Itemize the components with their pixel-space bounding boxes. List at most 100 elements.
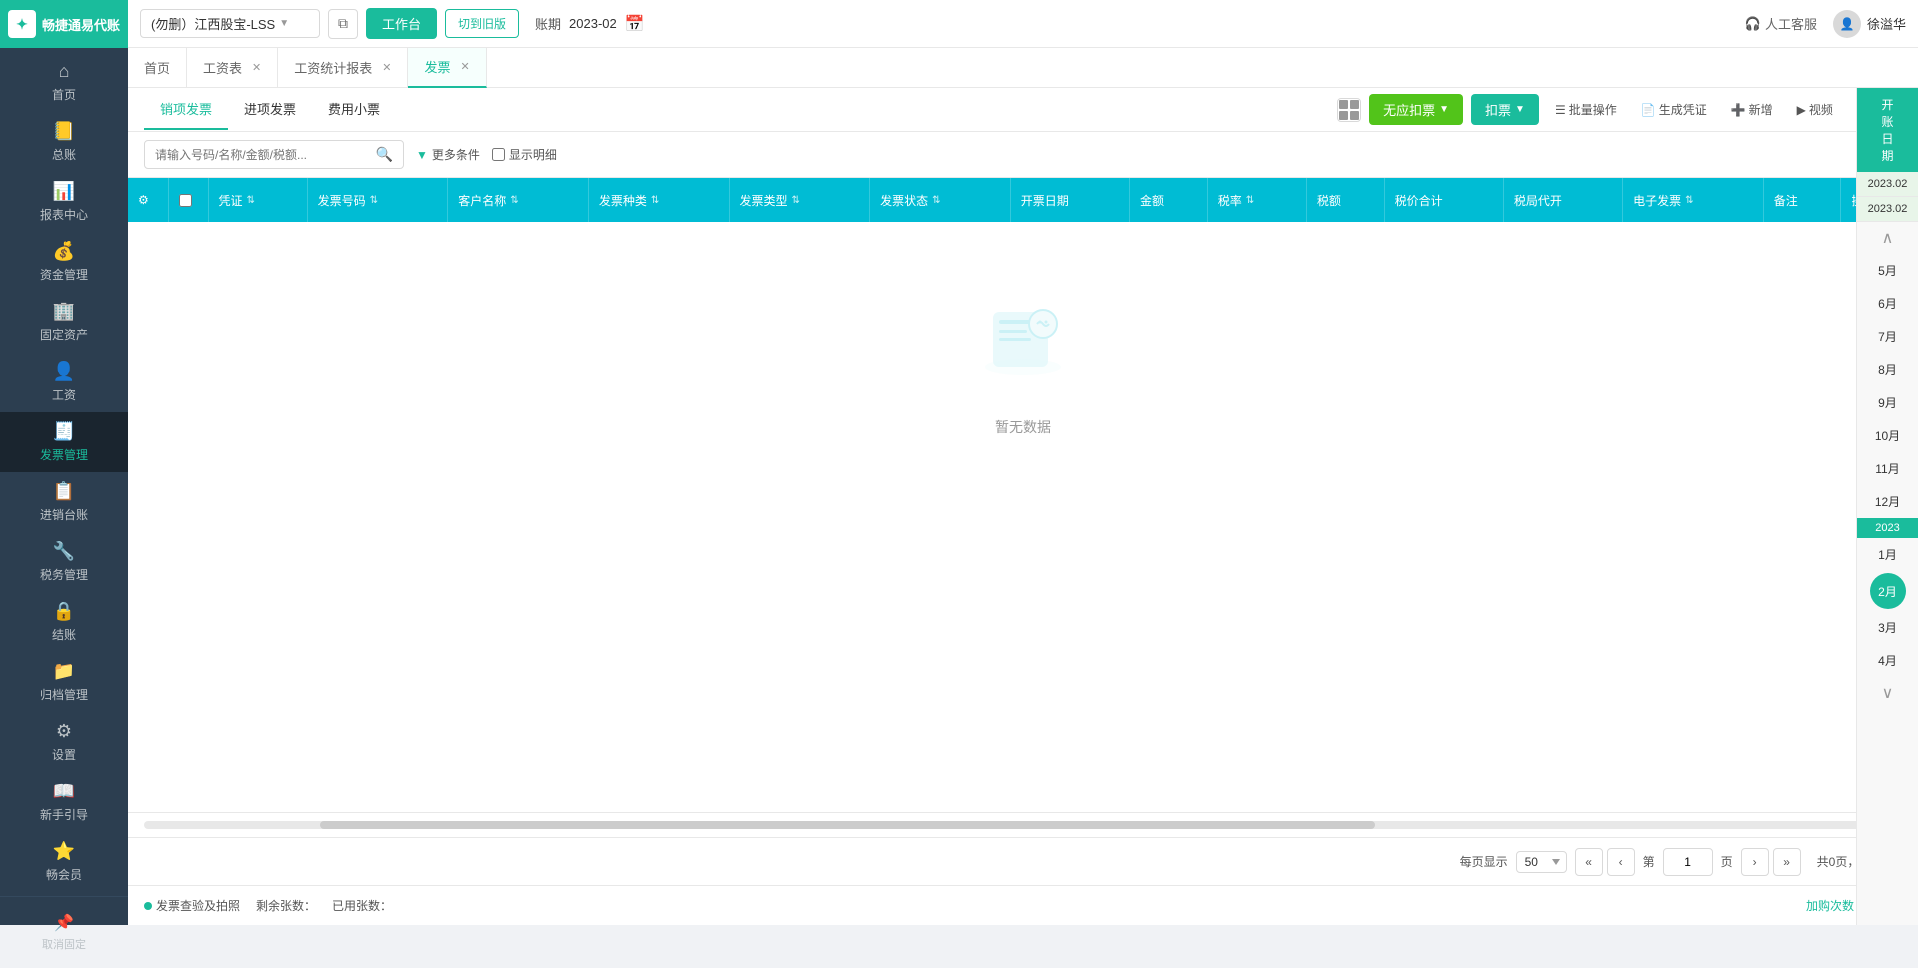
sidebar-label-sales: 进销台账 (40, 506, 88, 523)
invoice-category-sort-icon[interactable]: ⇅ (792, 195, 800, 206)
sidebar-item-reports[interactable]: 📊 报表中心 (0, 172, 128, 232)
sidebar-item-sales[interactable]: 📋 进销台账 (0, 472, 128, 532)
view-toggle-btn[interactable] (1337, 98, 1361, 122)
open-period-btn[interactable]: 开账日期 (1857, 88, 1918, 172)
workspace-button[interactable]: 工作台 (366, 8, 437, 39)
member-icon: ⭐ (53, 841, 75, 862)
scrollbar-thumb[interactable] (320, 821, 1375, 829)
sidebar-item-home[interactable]: ⌂ 首页 (0, 52, 128, 112)
sub-tab-purchase-invoice[interactable]: 进项发票 (228, 89, 312, 130)
sub-tab-sales-invoice[interactable]: 销项发票 (144, 89, 228, 130)
sidebar-item-payroll[interactable]: 👤 工资 (0, 352, 128, 412)
company-selector[interactable]: (勿删）江西股宝-LSS ▼ (140, 9, 320, 38)
period-month-9[interactable]: 9月 (1857, 386, 1918, 419)
more-filter-btn[interactable]: ▼ 更多条件 (416, 146, 480, 163)
no-deduct-label: 无应扣票 (1383, 100, 1435, 119)
add-count-link[interactable]: 加购次数 (1806, 897, 1854, 914)
tab-home[interactable]: 首页 (128, 48, 187, 88)
voucher-sort-icon[interactable]: ⇅ (247, 195, 255, 206)
period-scroll-up[interactable]: ∧ (1857, 222, 1918, 254)
video-btn[interactable]: ▶ 视频 (1789, 97, 1841, 122)
period-month-2-active[interactable]: 2月 (1870, 573, 1906, 609)
prev-page-btn[interactable]: ‹ (1607, 848, 1635, 876)
period-month-1[interactable]: 1月 (1857, 538, 1918, 571)
more-filter-label: 更多条件 (432, 146, 480, 163)
deduct-btn[interactable]: 扣票 ▼ (1471, 94, 1539, 125)
page-input[interactable] (1663, 848, 1713, 876)
period-month-6[interactable]: 6月 (1857, 287, 1918, 320)
tab-home-label: 首页 (144, 58, 170, 77)
filter-bar: 🔍 ▼ 更多条件 显示明细 (128, 132, 1918, 178)
period-sidebar: 开账日期 2023.02 2023.02 ∧ 5月 6月 7月 8月 9月 10… (1856, 88, 1918, 925)
page-size-select[interactable]: 50 10 20 100 (1516, 851, 1567, 873)
tab-payroll-close-btn[interactable]: ✕ (252, 61, 261, 74)
invoice-status-sort-icon[interactable]: ⇅ (932, 195, 940, 206)
sidebar-item-assets[interactable]: 🏢 固定资产 (0, 292, 128, 352)
period-display-2: 2023.02 (1857, 197, 1918, 222)
search-icon[interactable]: 🔍 (376, 146, 393, 163)
invoice-type-sort-icon[interactable]: ⇅ (651, 195, 659, 206)
tab-payroll[interactable]: 工资表 ✕ (187, 48, 278, 88)
last-page-btn[interactable]: » (1773, 848, 1801, 876)
tab-payroll-stats-close-btn[interactable]: ✕ (382, 61, 391, 74)
period-month-3[interactable]: 3月 (1857, 611, 1918, 644)
period-month-8[interactable]: 8月 (1857, 353, 1918, 386)
table-body: 暂无数据 (128, 222, 1918, 517)
customer-sort-icon[interactable]: ⇅ (510, 195, 518, 206)
period-month-10[interactable]: 10月 (1857, 419, 1918, 452)
first-page-btn[interactable]: « (1575, 848, 1603, 876)
sidebar-item-tax[interactable]: 🔧 税务管理 (0, 532, 128, 592)
next-page-btn[interactable]: › (1741, 848, 1769, 876)
batch-btn[interactable]: ☰ 批量操作 (1547, 97, 1625, 122)
sidebar-item-member[interactable]: ⭐ 畅会员 (0, 832, 128, 892)
copy-company-btn[interactable]: ⧉ (328, 9, 358, 39)
period-month-11[interactable]: 11月 (1857, 452, 1918, 485)
user-info[interactable]: 👤 徐溢华 (1833, 10, 1906, 38)
tax-icon: 🔧 (53, 541, 75, 562)
sidebar-label-assets: 固定资产 (40, 326, 88, 343)
period-month-4[interactable]: 4月 (1857, 644, 1918, 677)
generate-voucher-btn[interactable]: 📄 生成凭证 (1633, 97, 1715, 122)
open-period-label: 开账日期 (1881, 96, 1893, 164)
search-input[interactable] (155, 148, 370, 162)
period-scroll-down[interactable]: ∨ (1857, 677, 1918, 709)
show-detail-toggle[interactable]: 显示明细 (492, 146, 557, 163)
period-month-12[interactable]: 12月 (1857, 485, 1918, 518)
switch-version-btn[interactable]: 切到旧版 (445, 9, 519, 38)
sidebar-item-funds[interactable]: 💰 资金管理 (0, 232, 128, 292)
th-tax-code: 税局代开 (1503, 178, 1622, 222)
select-all-checkbox[interactable] (179, 194, 192, 207)
headset-icon: 🎧 (1745, 16, 1761, 32)
video-label: 视频 (1809, 101, 1833, 118)
sidebar-pin-btn[interactable]: 📌 取消固定 (0, 905, 128, 960)
sub-tab-expense-label: 费用小票 (328, 102, 380, 117)
sidebar-item-settings[interactable]: ⚙ 设置 (0, 712, 128, 772)
sidebar-item-close[interactable]: 🔒 结账 (0, 592, 128, 652)
funds-icon: 💰 (53, 241, 75, 262)
sidebar-item-invoice[interactable]: 🧾 发票管理 (0, 412, 128, 472)
period-month-7[interactable]: 7月 (1857, 320, 1918, 353)
sidebar-item-ledger[interactable]: 📒 总账 (0, 112, 128, 172)
show-detail-checkbox[interactable] (492, 148, 505, 161)
tab-payroll-stats[interactable]: 工资统计报表 ✕ (278, 48, 408, 88)
period-month-5[interactable]: 5月 (1857, 254, 1918, 287)
invoice-no-sort-icon[interactable]: ⇅ (370, 195, 378, 206)
sub-tab-expense-receipt[interactable]: 费用小票 (312, 89, 396, 130)
th-settings[interactable]: ⚙ (128, 178, 168, 222)
sidebar-item-guide[interactable]: 📖 新手引导 (0, 772, 128, 832)
no-deduct-btn[interactable]: 无应扣票 ▼ (1369, 94, 1463, 125)
th-checkbox[interactable] (168, 178, 208, 222)
company-name: (勿删）江西股宝-LSS (151, 14, 275, 33)
service-button[interactable]: 🎧 人工客服 (1745, 14, 1817, 33)
sidebar-item-archive[interactable]: 📁 归档管理 (0, 652, 128, 712)
tab-payroll-label: 工资表 (203, 58, 242, 77)
close-account-icon: 🔒 (53, 601, 75, 622)
tab-invoice-close-btn[interactable]: ✕ (461, 60, 470, 73)
invoice-check-toggle[interactable]: 发票查验及拍照 (144, 897, 240, 914)
e-invoice-sort-icon[interactable]: ⇅ (1685, 195, 1693, 206)
horizontal-scrollbar[interactable] (144, 821, 1902, 829)
column-settings-icon[interactable]: ⚙ (138, 193, 149, 207)
tab-invoice[interactable]: 发票 ✕ (408, 48, 486, 88)
tax-rate-sort-icon[interactable]: ⇅ (1246, 195, 1254, 206)
new-btn[interactable]: ➕ 新增 (1723, 97, 1781, 122)
